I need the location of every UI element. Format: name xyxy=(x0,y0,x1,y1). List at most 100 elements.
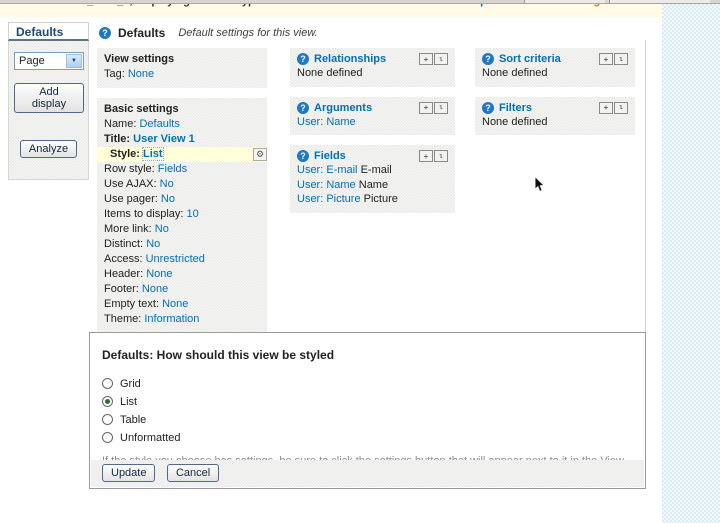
rearrange-sorts-button[interactable]: ↑↓ xyxy=(614,53,628,65)
analyze-button[interactable]: Analyze xyxy=(20,140,77,158)
gear-icon: ⚙ xyxy=(256,149,264,159)
plus-icon: + xyxy=(604,103,609,112)
setting-value-link[interactable]: None xyxy=(162,298,188,310)
view-settings-title: View settings xyxy=(104,53,260,65)
style-option-list[interactable]: List xyxy=(102,393,252,410)
rearrange-filters-button[interactable]: ↑↓ xyxy=(614,102,628,114)
setting-value-link[interactable]: No xyxy=(146,238,160,250)
sort-criteria-title[interactable]: Sort criteria xyxy=(499,53,599,65)
display-tabs-sidebar: Defaults Page ▼ Add display Analyze xyxy=(8,22,89,180)
style-option-unformatted[interactable]: Unformatted xyxy=(102,429,252,446)
page-background-pattern xyxy=(662,0,720,523)
radio-table[interactable] xyxy=(102,414,113,425)
setting-value-link[interactable]: None xyxy=(142,283,168,295)
setting-row: Row style: Fields xyxy=(104,162,260,177)
setting-row: More link: No xyxy=(104,222,260,237)
rearrange-fields-button[interactable]: ↑↓ xyxy=(434,150,448,162)
setting-label: Tag: xyxy=(104,68,128,80)
relationships-title[interactable]: Relationships xyxy=(314,53,419,65)
update-button[interactable]: Update xyxy=(102,464,155,482)
cancel-button[interactable]: Cancel xyxy=(167,464,219,482)
display-type-select[interactable]: Page ▼ xyxy=(14,52,84,70)
radio-list[interactable] xyxy=(102,396,113,407)
chrome-segment xyxy=(524,0,605,3)
fields-ops: + ↑↓ xyxy=(419,150,448,162)
overview-column-3: ? Sort criteria + ↑↓ None defined ? Filt… xyxy=(475,48,635,145)
basic-settings-title: Basic settings xyxy=(104,103,260,115)
display-title: Defaults xyxy=(118,26,165,40)
setting-value-link[interactable]: Defaults xyxy=(139,118,179,130)
setting-value-link[interactable]: No xyxy=(161,193,175,205)
setting-value-link[interactable]: None xyxy=(146,268,172,280)
style-option-grid[interactable]: Grid xyxy=(102,375,252,392)
filters-title[interactable]: Filters xyxy=(499,102,599,114)
radio-label: Unformatted xyxy=(120,432,181,444)
help-icon[interactable]: ? xyxy=(482,102,494,114)
chevron-glyph: ▼ xyxy=(71,58,77,64)
rearrange-icon: ↑↓ xyxy=(439,153,442,160)
setting-value-link[interactable]: No xyxy=(160,178,174,190)
setting-value-link[interactable]: List xyxy=(143,148,163,160)
setting-value-link[interactable]: Fields xyxy=(158,163,187,175)
setting-label: Use pager: xyxy=(104,193,161,205)
setting-label: Use AJAX: xyxy=(104,178,160,190)
argument-item: User: Name xyxy=(297,115,448,130)
setting-value-link[interactable]: User View 1 xyxy=(133,133,195,145)
add-sort-button[interactable]: + xyxy=(599,53,613,65)
setting-row: Footer: None xyxy=(104,282,260,297)
add-display-button[interactable]: Add display xyxy=(14,83,84,113)
radio-grid[interactable] xyxy=(102,378,113,389)
help-icon[interactable]: ? xyxy=(297,150,309,162)
setting-label: Name: xyxy=(104,118,139,130)
setting-row: Use AJAX: No xyxy=(104,177,260,192)
setting-value-link[interactable]: Information xyxy=(144,313,199,325)
setting-value-link[interactable]: Unrestricted xyxy=(146,253,205,265)
help-icon[interactable]: ? xyxy=(99,27,111,39)
add-relationship-button[interactable]: + xyxy=(419,53,433,65)
chevron-down-icon[interactable]: ▼ xyxy=(66,54,82,68)
setting-label: Row style: xyxy=(104,163,158,175)
arguments-title[interactable]: Arguments xyxy=(314,102,419,114)
fields-title[interactable]: Fields xyxy=(314,150,419,162)
arguments-items: User: Name xyxy=(297,115,448,130)
setting-row: Header: None xyxy=(104,267,260,282)
argument-item-link[interactable]: User: Name xyxy=(297,116,356,128)
field-item: User: Picture Picture xyxy=(297,192,448,207)
style-option-table[interactable]: Table xyxy=(102,411,252,428)
field-item-link[interactable]: User: Name xyxy=(297,179,356,191)
setting-row: Access: Unrestricted xyxy=(104,252,260,267)
overview-column-2: ? Relationships + ↑↓ None defined ? Argu… xyxy=(290,48,455,223)
setting-label: Items to display: xyxy=(104,208,187,220)
chrome-segment xyxy=(609,0,710,3)
sidebar-body: Page ▼ Add display Analyze xyxy=(8,41,89,180)
add-filter-button[interactable]: + xyxy=(599,102,613,114)
tab-defaults[interactable]: Defaults xyxy=(8,22,89,41)
setting-value-link[interactable]: No xyxy=(155,223,169,235)
field-item-link[interactable]: User: E-mail xyxy=(297,164,358,176)
help-icon[interactable]: ? xyxy=(482,53,494,65)
filters-header: ? Filters + ↑↓ xyxy=(482,102,628,114)
help-icon[interactable]: ? xyxy=(297,102,309,114)
add-field-button[interactable]: + xyxy=(419,150,433,162)
setting-value-link[interactable]: None xyxy=(128,68,154,80)
style-settings-gear-button[interactable]: ⚙ xyxy=(253,148,267,161)
setting-row: Tag: None xyxy=(104,67,260,82)
rearrange-arguments-button[interactable]: ↑↓ xyxy=(434,102,448,114)
rearrange-relationships-button[interactable]: ↑↓ xyxy=(434,53,448,65)
fields-items: User: E-mail E-mailUser: Name NameUser: … xyxy=(297,163,448,207)
display-type-select-value: Page xyxy=(19,55,45,67)
filters-group: ? Filters + ↑↓ None defined xyxy=(475,97,635,136)
radio-label: Grid xyxy=(120,378,141,390)
help-icon[interactable]: ? xyxy=(297,53,309,65)
filters-empty: None defined xyxy=(482,115,628,130)
views-admin-screen: View user_view_1, displaying items of ty… xyxy=(0,0,720,523)
display-description: Default settings for this view. xyxy=(178,27,317,39)
radio-unformatted[interactable] xyxy=(102,432,113,443)
add-argument-button[interactable]: + xyxy=(419,102,433,114)
setting-value-link[interactable]: 10 xyxy=(187,208,199,220)
setting-row: Style: List⚙ xyxy=(97,147,267,162)
setting-label: Distinct: xyxy=(104,238,146,250)
rearrange-icon: ↑↓ xyxy=(439,56,442,63)
field-item-link[interactable]: User: Picture xyxy=(297,193,361,205)
relationships-group: ? Relationships + ↑↓ None defined xyxy=(290,48,455,87)
